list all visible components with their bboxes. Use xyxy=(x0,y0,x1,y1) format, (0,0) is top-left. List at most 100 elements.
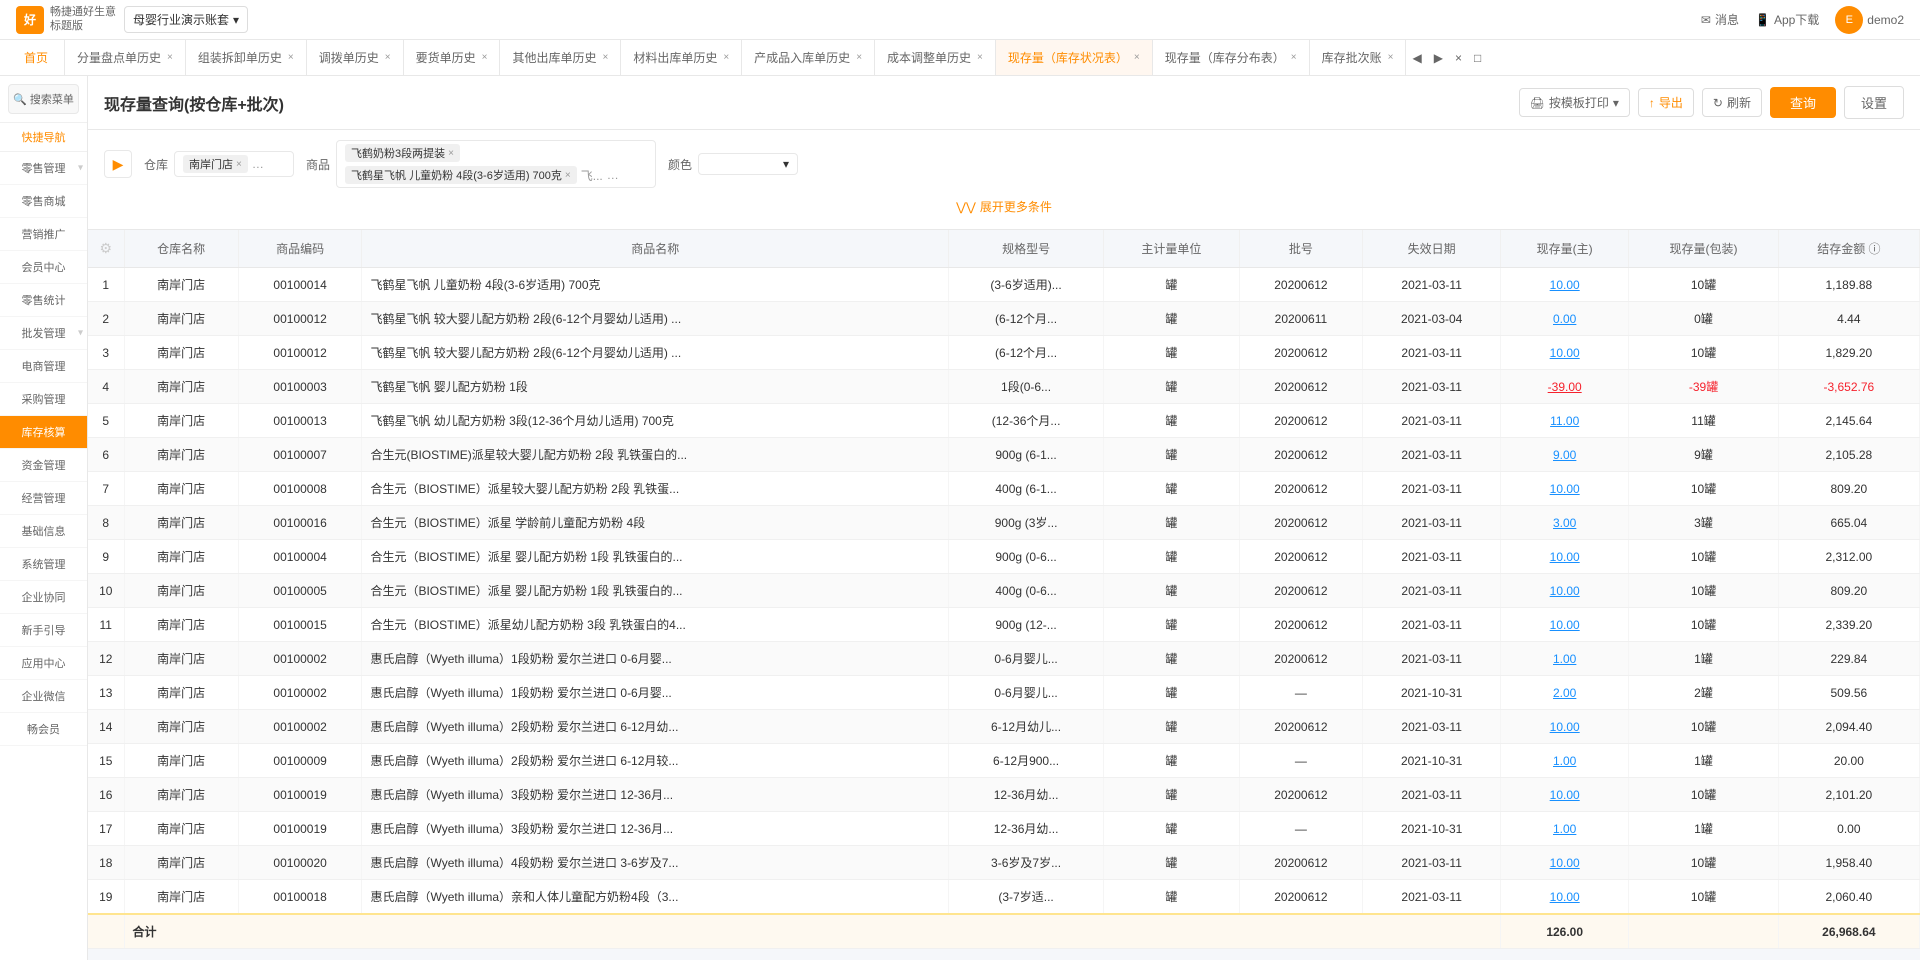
cell-code: 00100008 xyxy=(238,472,362,506)
cell-qty-main[interactable]: 10.00 xyxy=(1501,608,1629,642)
cell-code: 00100002 xyxy=(238,642,362,676)
tab-other-out[interactable]: 其他出库单历史 × xyxy=(500,40,621,76)
chevron-down-icon-print: ▾ xyxy=(1613,96,1619,110)
sidebar-item-app-center[interactable]: 应用中心 xyxy=(0,647,87,680)
user-menu[interactable]: E demo2 xyxy=(1835,6,1904,34)
cell-qty-main[interactable]: 9.00 xyxy=(1501,438,1629,472)
tab-next-btn[interactable]: ▶ xyxy=(1428,40,1449,76)
tab-disassemble[interactable]: 组装拆卸单历史 × xyxy=(186,40,307,76)
sidebar-item-finance[interactable]: 资金管理 xyxy=(0,449,87,482)
sidebar-item-operation[interactable]: 经营管理 xyxy=(0,482,87,515)
sidebar-item-basic[interactable]: 基础信息 xyxy=(0,515,87,548)
product-tag-close-2[interactable]: × xyxy=(565,170,571,181)
cell-qty-main[interactable]: 10.00 xyxy=(1501,710,1629,744)
sidebar-item-ecommerce[interactable]: 电商管理 xyxy=(0,350,87,383)
expand-icon: ⋁⋁ xyxy=(956,200,976,214)
message-btn[interactable]: ✉ 消息 xyxy=(1701,11,1739,28)
expand-more-btn[interactable]: ⋁⋁ 展开更多条件 xyxy=(956,194,1052,219)
cell-name: 惠氏启醇（Wyeth illuma）1段奶粉 爱尔兰进口 0-6月婴... xyxy=(362,676,948,710)
tab-close-all-btn[interactable]: × xyxy=(1449,40,1468,76)
cell-unit: 罐 xyxy=(1104,880,1239,915)
cell-qty-main[interactable]: 2.00 xyxy=(1501,676,1629,710)
cell-qty-main[interactable]: 3.00 xyxy=(1501,506,1629,540)
sidebar-item-retail-stats[interactable]: 零售统计 xyxy=(0,284,87,317)
cell-index: 12 xyxy=(88,642,124,676)
template-print-btn[interactable]: 🖨 按模板打印 ▾ xyxy=(1519,88,1630,117)
cell-qty-main[interactable]: -39.00 xyxy=(1501,370,1629,404)
settings-btn[interactable]: 设置 xyxy=(1844,86,1904,119)
filter-expand-btn[interactable]: ▶ xyxy=(104,150,132,178)
sidebar-item-inventory[interactable]: 库存核算 xyxy=(0,416,87,449)
tab-split-check[interactable]: 分量盘点单历史 × xyxy=(65,40,186,76)
cell-qty-main[interactable]: 11.00 xyxy=(1501,404,1629,438)
cell-qty-main[interactable]: 10.00 xyxy=(1501,846,1629,880)
tab-home[interactable]: 首页 xyxy=(8,40,65,76)
tab-material-out[interactable]: 材料出库单历史 × xyxy=(621,40,742,76)
refresh-btn[interactable]: ↻ 刷新 xyxy=(1702,88,1762,117)
cell-warehouse: 南岸门店 xyxy=(124,778,238,812)
tab-transfer[interactable]: 调拨单历史 × xyxy=(307,40,404,76)
cell-qty-main[interactable]: 10.00 xyxy=(1501,778,1629,812)
warehouse-input[interactable]: 南岸门店 × … xyxy=(174,151,294,177)
tab-close-material-out[interactable]: × xyxy=(723,52,729,63)
sidebar-item-enterprise-wx[interactable]: 企业微信 xyxy=(0,680,87,713)
settings-col-icon[interactable]: ⚙ xyxy=(99,240,112,256)
tab-menu-btn[interactable]: □ xyxy=(1468,40,1487,76)
cell-name: 惠氏启醇（Wyeth illuma）1段奶粉 爱尔兰进口 0-6月婴... xyxy=(362,642,948,676)
cell-qty-main[interactable]: 10.00 xyxy=(1501,880,1629,915)
tab-inventory-dist[interactable]: 现存量（库存分布表） × xyxy=(1153,40,1310,76)
sidebar-item-purchase[interactable]: 采购管理 xyxy=(0,383,87,416)
sidebar-item-member[interactable]: 会员中心 xyxy=(0,251,87,284)
sidebar-item-wholesale[interactable]: 批发管理 ▾ xyxy=(0,317,87,350)
product-input[interactable]: 飞鹤奶粉3段两提装 × 飞鹤星飞帆 儿童奶粉 4段(3-6岁适用) 700克 ×… xyxy=(336,140,656,188)
cell-expire: 2021-03-11 xyxy=(1363,404,1501,438)
sidebar-item-retail[interactable]: 零售管理 ▾ xyxy=(0,152,87,185)
tab-close-inventory-status[interactable]: × xyxy=(1134,52,1140,63)
cell-qty-main[interactable]: 10.00 xyxy=(1501,472,1629,506)
cell-qty-main[interactable]: 10.00 xyxy=(1501,574,1629,608)
cell-qty-main[interactable]: 10.00 xyxy=(1501,540,1629,574)
tab-close-order[interactable]: × xyxy=(482,52,488,63)
tab-batch-accounts[interactable]: 库存批次账 × xyxy=(1310,40,1407,76)
cell-qty-main[interactable]: 1.00 xyxy=(1501,812,1629,846)
tab-close-transfer[interactable]: × xyxy=(385,52,391,63)
product-tag-close-1[interactable]: × xyxy=(448,148,454,159)
tab-close-inventory-dist[interactable]: × xyxy=(1291,52,1297,63)
sidebar-item-system[interactable]: 系统管理 xyxy=(0,548,87,581)
warehouse-tag-close[interactable]: × xyxy=(236,159,242,170)
tab-close-other-out[interactable]: × xyxy=(602,52,608,63)
cell-index: 4 xyxy=(88,370,124,404)
col-qty-pack: 现存量(包装) xyxy=(1629,230,1778,268)
color-select[interactable]: ▾ xyxy=(698,153,798,175)
sidebar-item-enterprise[interactable]: 企业协同 xyxy=(0,581,87,614)
sidebar-item-guide[interactable]: 新手引导 xyxy=(0,614,87,647)
workspace-selector[interactable]: 母婴行业演示账套 ▾ xyxy=(124,6,248,33)
tab-prev-btn[interactable]: ◀ xyxy=(1406,40,1427,76)
tab-inventory-status[interactable]: 现存量（库存状况表） × xyxy=(996,40,1153,76)
cell-batch: 20200611 xyxy=(1239,302,1363,336)
tab-close-product-in[interactable]: × xyxy=(856,52,862,63)
export-btn[interactable]: ↑ 导出 xyxy=(1638,88,1694,117)
query-btn[interactable]: 查询 xyxy=(1770,87,1836,118)
tab-close-split-check[interactable]: × xyxy=(167,52,173,63)
cell-qty-main[interactable]: 1.00 xyxy=(1501,642,1629,676)
sidebar-item-retail-shop[interactable]: 零售商城 xyxy=(0,185,87,218)
tab-close-cost-adjust[interactable]: × xyxy=(977,52,983,63)
sidebar-item-marketing[interactable]: 营销推广 xyxy=(0,218,87,251)
search-menu-btn[interactable]: 🔍 搜索菜单 xyxy=(8,84,79,114)
logo[interactable]: 好 畅捷通好生意 标题版 xyxy=(16,6,116,34)
cell-qty-pack: 9罐 xyxy=(1629,438,1778,472)
app-download-btn[interactable]: 📱 App下载 xyxy=(1755,11,1819,28)
tab-order[interactable]: 要货单历史 × xyxy=(404,40,501,76)
tab-product-in[interactable]: 产成品入库单历史 × xyxy=(742,40,875,76)
cell-qty-main[interactable]: 10.00 xyxy=(1501,268,1629,302)
cell-qty-main[interactable]: 0.00 xyxy=(1501,302,1629,336)
cell-qty-main[interactable]: 1.00 xyxy=(1501,744,1629,778)
cell-index: 18 xyxy=(88,846,124,880)
cell-qty-main[interactable]: 10.00 xyxy=(1501,336,1629,370)
sidebar-item-member-card[interactable]: 畅会员 xyxy=(0,713,87,746)
tab-close-disassemble[interactable]: × xyxy=(288,52,294,63)
quick-nav-btn[interactable]: 快捷导航 xyxy=(0,123,87,152)
tab-close-batch-accounts[interactable]: × xyxy=(1388,52,1394,63)
tab-cost-adjust[interactable]: 成本调整单历史 × xyxy=(875,40,996,76)
